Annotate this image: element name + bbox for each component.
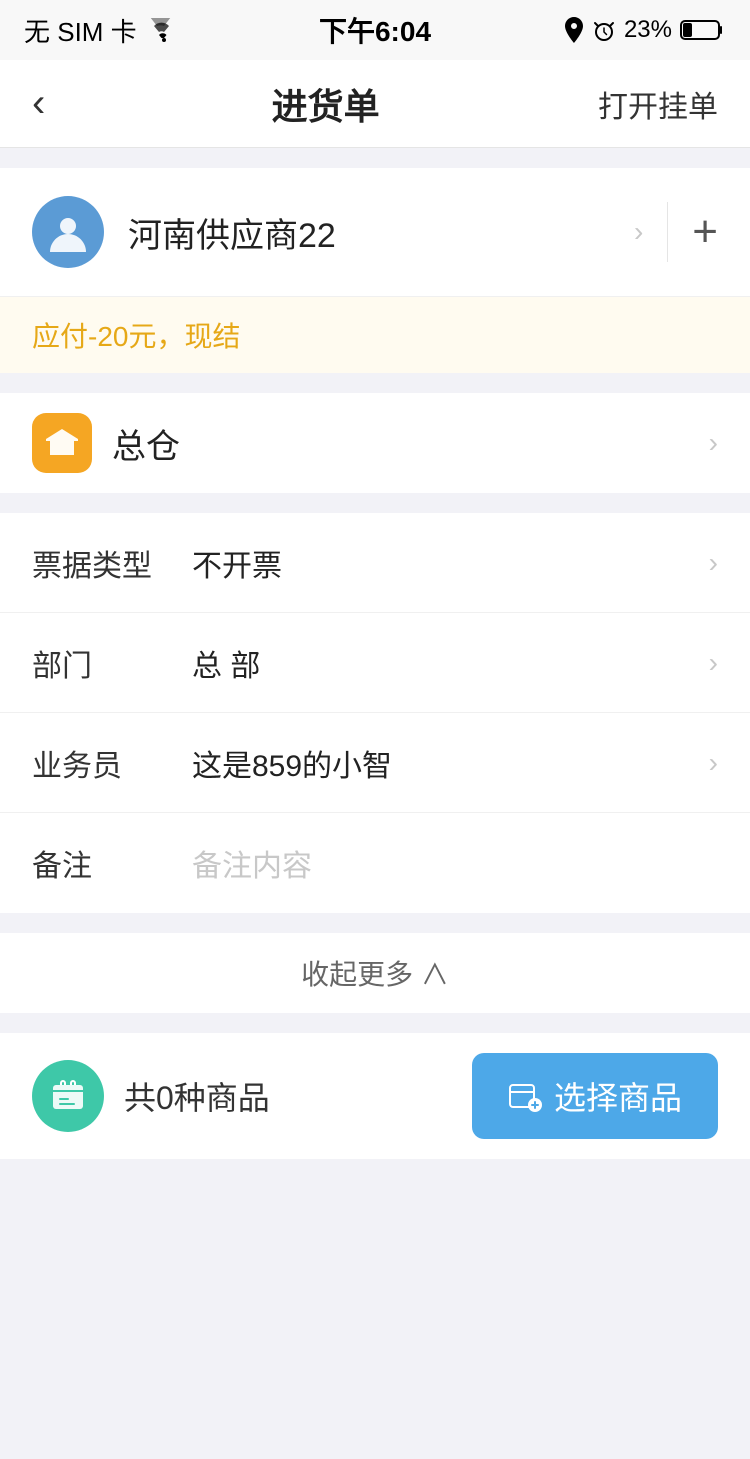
collapse-label: 收起更多 ∧ <box>301 953 449 993</box>
invoice-type-label: 票据类型 <box>32 541 192 585</box>
vertical-divider <box>667 202 668 262</box>
page-title: 进货单 <box>272 78 380 130</box>
warehouse-card: 总仓 › <box>0 393 750 493</box>
department-chevron-icon: › <box>709 647 718 679</box>
warehouse-row[interactable]: 总仓 › <box>0 393 750 493</box>
status-bar-left: 无 SIM 卡 <box>24 12 181 49</box>
salesperson-value: 这是859的小智 <box>192 741 709 785</box>
empty-area <box>0 1159 750 1459</box>
warehouse-chevron-icon: › <box>709 427 718 459</box>
add-button[interactable]: + <box>692 207 718 257</box>
product-count: 共0种商品 <box>124 1073 472 1119</box>
salesperson-chevron-icon: › <box>709 747 718 779</box>
form-card: 票据类型 不开票 › 部门 总 部 › 业务员 这是859的小智 › 备注 备注… <box>0 513 750 913</box>
remark-label: 备注 <box>32 841 192 885</box>
remark-row[interactable]: 备注 备注内容 <box>0 813 750 913</box>
notice-text: 应付-20元，现结 <box>32 321 240 352</box>
status-bar-right: 23% <box>564 16 726 44</box>
supplier-row[interactable]: 河南供应商22 › + <box>0 168 750 297</box>
status-bar: 无 SIM 卡 下午6:04 23% <box>0 0 750 60</box>
salesperson-row[interactable]: 业务员 这是859的小智 › <box>0 713 750 813</box>
select-product-icon <box>508 1079 542 1113</box>
invoice-chevron-icon: › <box>709 547 718 579</box>
department-label: 部门 <box>32 641 192 685</box>
supplier-chevron-icon: › <box>634 216 643 248</box>
nav-bar: ‹ 进货单 打开挂单 <box>0 60 750 148</box>
collapse-row[interactable]: 收起更多 ∧ <box>0 933 750 1013</box>
salesperson-label: 业务员 <box>32 741 192 785</box>
supplier-avatar <box>32 196 104 268</box>
warehouse-name: 总仓 <box>112 419 709 468</box>
supplier-name: 河南供应商22 <box>128 208 634 257</box>
department-row[interactable]: 部门 总 部 › <box>0 613 750 713</box>
notice-row: 应付-20元，现结 <box>0 297 750 373</box>
battery-text: 23% <box>624 16 672 44</box>
select-product-button[interactable]: 选择商品 <box>472 1053 718 1139</box>
location-icon <box>564 17 584 43</box>
carrier-text: 无 SIM 卡 <box>24 12 137 49</box>
invoice-type-value: 不开票 <box>192 541 709 585</box>
invoice-type-row[interactable]: 票据类型 不开票 › <box>0 513 750 613</box>
warehouse-icon <box>32 413 92 473</box>
wifi-icon <box>147 18 181 42</box>
open-pending-button[interactable]: 打开挂单 <box>598 82 718 126</box>
alarm-icon <box>592 17 616 43</box>
department-value: 总 部 <box>192 641 709 685</box>
supplier-card: 河南供应商22 › + 应付-20元，现结 <box>0 168 750 373</box>
select-product-label: 选择商品 <box>554 1073 682 1119</box>
product-bar: 共0种商品 选择商品 <box>0 1033 750 1159</box>
product-icon <box>32 1060 104 1132</box>
remark-input[interactable]: 备注内容 <box>192 841 718 885</box>
back-button[interactable]: ‹ <box>32 73 53 134</box>
battery-icon <box>680 18 726 42</box>
status-bar-time: 下午6:04 <box>319 10 431 50</box>
